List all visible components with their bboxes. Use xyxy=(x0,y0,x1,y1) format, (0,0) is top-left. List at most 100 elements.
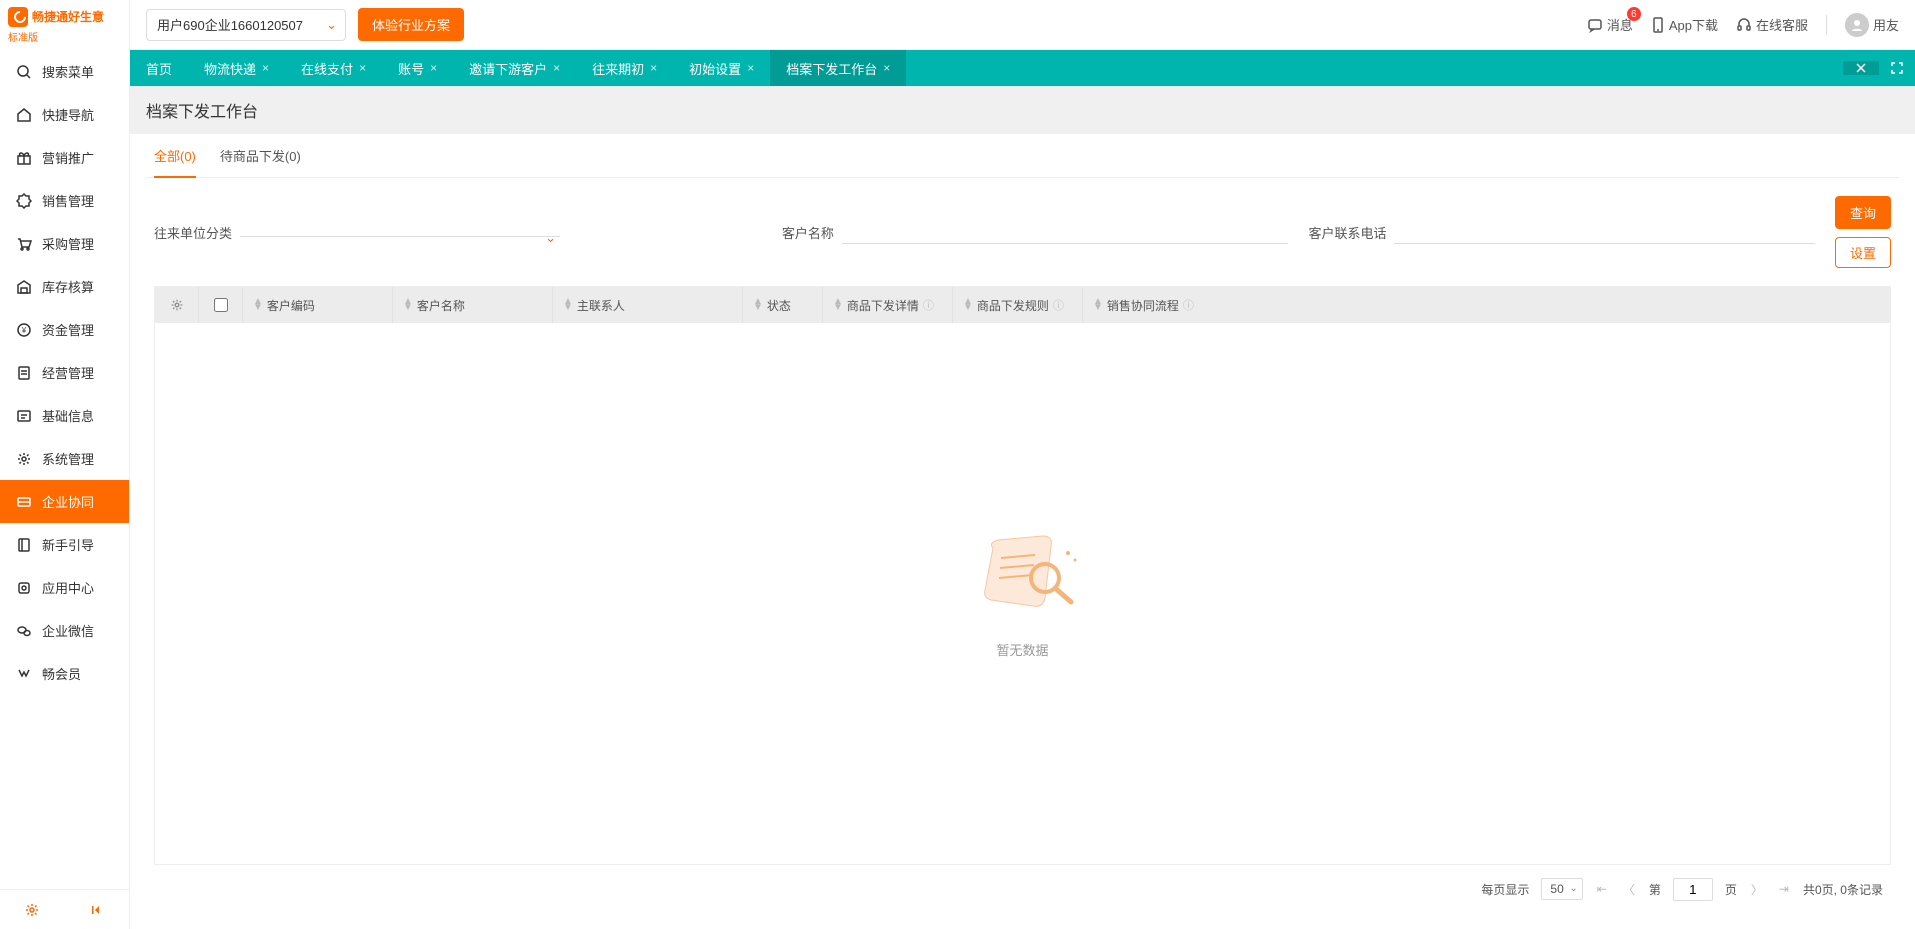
close-icon[interactable]: × xyxy=(650,61,657,75)
sidebar: 畅捷通好生意 标准版 搜索菜单 快捷导航 营销推广 销售管理 xyxy=(0,0,130,929)
page-input[interactable] xyxy=(1673,878,1713,901)
fullscreen-button[interactable] xyxy=(1879,61,1915,75)
settings-button[interactable]: 设置 xyxy=(1835,237,1891,268)
prev-page-button[interactable]: 〈 xyxy=(1621,879,1637,900)
wechat-icon xyxy=(16,623,32,639)
per-page-select[interactable]: 50 ⌄ xyxy=(1541,878,1582,900)
filter-customer-phone-label: 客户联系电话 xyxy=(1308,223,1386,242)
sort-icon: ▲▼ xyxy=(833,299,843,311)
empty-state-icon xyxy=(963,528,1083,628)
message-link[interactable]: 消息 6 xyxy=(1587,15,1633,34)
col-status[interactable]: ▲▼状态 xyxy=(743,287,823,323)
sidebar-item-inventory[interactable]: 库存核算 xyxy=(0,265,129,308)
sidebar-item-operation[interactable]: 经营管理 xyxy=(0,351,129,394)
sidebar-item-label: 快捷导航 xyxy=(42,105,94,124)
filter-customer-phone-input[interactable] xyxy=(1394,220,1815,244)
app-tabs: 首页 物流快递× 在线支付× 账号× 邀请下游客户× 往来期初× 初始设置× 档… xyxy=(130,50,1915,86)
settings-icon[interactable] xyxy=(24,902,40,918)
filter-customer-name-label: 客户名称 xyxy=(782,223,834,242)
sidebar-item-label: 系统管理 xyxy=(42,449,94,468)
sidebar-item-funds[interactable]: ¥ 资金管理 xyxy=(0,308,129,351)
col-customer-code[interactable]: ▲▼客户编码 xyxy=(243,287,393,323)
apps-icon xyxy=(16,580,32,596)
col-dispatch-detail[interactable]: ▲▼商品下发详情 ⓘ xyxy=(823,287,953,323)
sidebar-item-wechat[interactable]: 企业微信 xyxy=(0,609,129,652)
close-icon[interactable]: × xyxy=(553,61,560,75)
close-icon[interactable]: × xyxy=(430,61,437,75)
tab-opening[interactable]: 往来期初× xyxy=(576,50,673,86)
sidebar-item-system[interactable]: 系统管理 xyxy=(0,437,129,480)
filter-customer-name-input[interactable] xyxy=(842,220,1289,244)
filter-category-select[interactable]: ⌄ xyxy=(240,228,560,237)
tab-invite[interactable]: 邀请下游客户× xyxy=(453,50,576,86)
filter-bar: 往来单位分类 ⌄ 客户名称 客户联系电话 查询 设置 xyxy=(146,178,1899,286)
collapse-icon[interactable] xyxy=(89,902,105,918)
first-page-button[interactable]: ⇤ xyxy=(1595,880,1609,898)
help-icon[interactable]: ⓘ xyxy=(923,297,934,313)
sidebar-item-search[interactable]: 搜索菜单 xyxy=(0,50,129,93)
sidebar-item-quicknav[interactable]: 快捷导航 xyxy=(0,93,129,136)
query-button[interactable]: 查询 xyxy=(1835,196,1891,229)
tab-account[interactable]: 账号× xyxy=(382,50,453,86)
sub-tab-pending[interactable]: 待商品下发(0) xyxy=(220,134,301,177)
tab-home[interactable]: 首页 xyxy=(130,50,188,86)
close-all-tabs-button[interactable] xyxy=(1843,61,1879,75)
tenant-select[interactable]: 用户690企业1660120507 ⌄ xyxy=(146,9,346,41)
last-page-button[interactable]: ⇥ xyxy=(1777,880,1791,898)
sub-tab-all[interactable]: 全部(0) xyxy=(154,134,196,177)
industry-plan-button[interactable]: 体验行业方案 xyxy=(358,8,464,41)
close-icon[interactable]: × xyxy=(747,61,754,75)
avatar-icon xyxy=(1845,13,1869,37)
col-dispatch-rule[interactable]: ▲▼商品下发规则 ⓘ xyxy=(953,287,1083,323)
sub-tabs: 全部(0) 待商品下发(0) xyxy=(146,134,1899,178)
sidebar-item-label: 畅会员 xyxy=(42,664,81,683)
brand-name: 畅捷通好生意 xyxy=(32,8,104,25)
online-service-label: 在线客服 xyxy=(1756,15,1808,34)
app-download-link[interactable]: App下载 xyxy=(1651,15,1718,34)
next-page-button[interactable]: 〉 xyxy=(1749,879,1765,900)
tab-initsettings[interactable]: 初始设置× xyxy=(673,50,770,86)
sidebar-item-sales[interactable]: 销售管理 xyxy=(0,179,129,222)
close-icon[interactable]: × xyxy=(359,61,366,75)
table-header: ▲▼客户编码 ▲▼客户名称 ▲▼主联系人 ▲▼状态 ▲▼商品下发详情 ⓘ ▲▼商… xyxy=(155,287,1890,323)
tab-online-pay[interactable]: 在线支付× xyxy=(285,50,382,86)
col-contact[interactable]: ▲▼主联系人 xyxy=(553,287,743,323)
warehouse-icon xyxy=(16,279,32,295)
table-settings-button[interactable] xyxy=(155,287,199,323)
tab-archive-dispatch[interactable]: 档案下发工作台× xyxy=(770,50,906,86)
sidebar-item-label: 应用中心 xyxy=(42,578,94,597)
chevron-down-icon: ⌄ xyxy=(326,17,337,33)
help-icon[interactable]: ⓘ xyxy=(1053,297,1064,313)
user-menu[interactable]: 用友 xyxy=(1845,13,1899,37)
headset-icon xyxy=(1736,17,1752,33)
sort-icon: ▲▼ xyxy=(1093,299,1103,311)
close-icon[interactable]: × xyxy=(262,61,269,75)
sidebar-item-purchase[interactable]: 采购管理 xyxy=(0,222,129,265)
sidebar-item-collab[interactable]: 企业协同 xyxy=(0,480,129,523)
svg-text:¥: ¥ xyxy=(21,326,27,335)
sort-icon: ▲▼ xyxy=(753,299,763,311)
sidebar-footer xyxy=(0,889,129,929)
col-customer-name[interactable]: ▲▼客户名称 xyxy=(393,287,553,323)
sidebar-item-basicinfo[interactable]: 基础信息 xyxy=(0,394,129,437)
chevron-down-icon: ⌄ xyxy=(1569,883,1577,894)
table: ▲▼客户编码 ▲▼客户名称 ▲▼主联系人 ▲▼状态 ▲▼商品下发详情 ⓘ ▲▼商… xyxy=(154,286,1891,865)
close-icon[interactable]: × xyxy=(883,61,890,75)
select-all-checkbox[interactable] xyxy=(199,287,243,323)
badge-icon xyxy=(16,193,32,209)
empty-state: 暂无数据 xyxy=(155,323,1890,864)
username: 用友 xyxy=(1873,15,1899,34)
sidebar-item-marketing[interactable]: 营销推广 xyxy=(0,136,129,179)
tenant-select-value: 用户690企业1660120507 xyxy=(157,15,303,34)
sidebar-item-label: 企业协同 xyxy=(42,492,94,511)
empty-state-text: 暂无数据 xyxy=(996,640,1048,659)
help-icon[interactable]: ⓘ xyxy=(1183,297,1194,313)
sidebar-item-appcenter[interactable]: 应用中心 xyxy=(0,566,129,609)
tab-logistics[interactable]: 物流快递× xyxy=(188,50,285,86)
online-service-link[interactable]: 在线客服 xyxy=(1736,15,1808,34)
clipboard-icon xyxy=(16,365,32,381)
sidebar-item-vip[interactable]: 畅会员 xyxy=(0,652,129,695)
brand-edition: 标准版 xyxy=(8,29,38,44)
col-sales-flow[interactable]: ▲▼销售协同流程 ⓘ xyxy=(1083,287,1890,323)
sidebar-item-guide[interactable]: 新手引导 xyxy=(0,523,129,566)
